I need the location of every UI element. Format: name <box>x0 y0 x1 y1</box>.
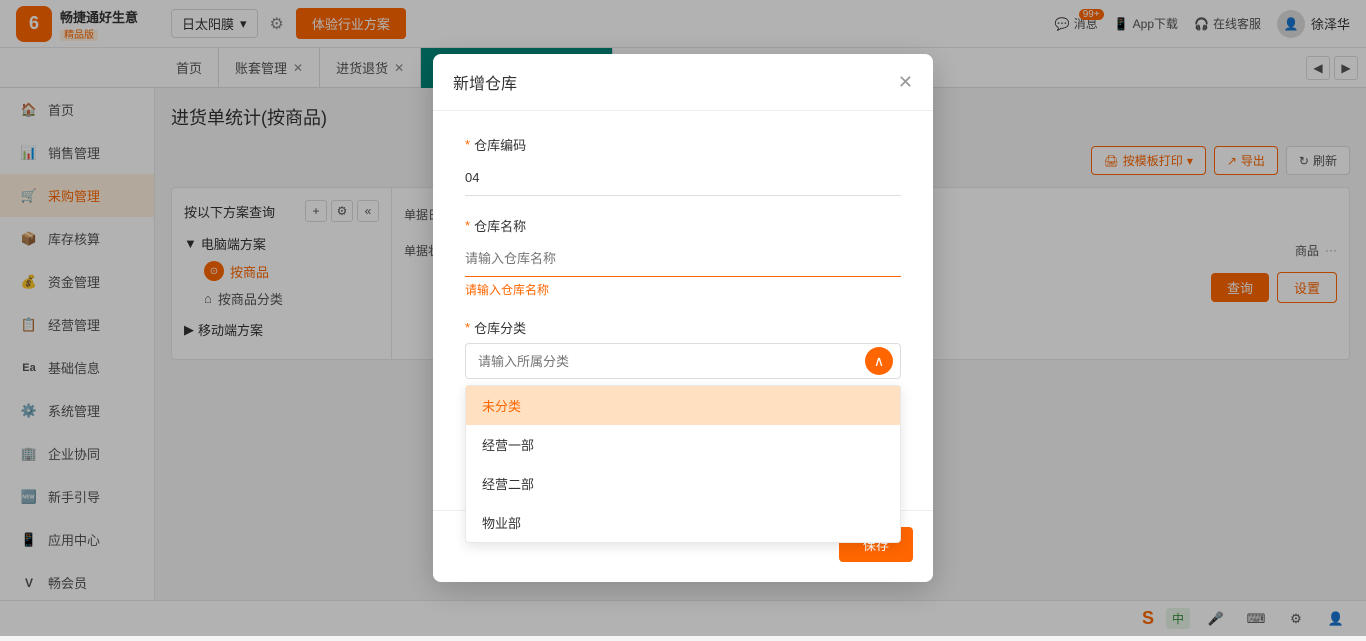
category-arrow-icon[interactable]: ∧ <box>865 347 893 375</box>
dropdown-item-dept2[interactable]: 经营二部 <box>466 464 900 503</box>
dropdown-item-dept1[interactable]: 经营一部 <box>466 425 900 464</box>
category-select-wrapper: ∧ 未分类 经营一部 经营二部 物业部 <box>465 343 901 379</box>
code-input[interactable] <box>465 160 901 196</box>
form-row-category: * 仓库分类 ∧ 未分类 经营一部 经营二部 物业部 <box>465 318 901 379</box>
category-label: * 仓库分类 <box>465 318 901 337</box>
category-dropdown: 未分类 经营一部 经营二部 物业部 <box>465 385 901 543</box>
name-input[interactable] <box>465 241 901 277</box>
name-error-msg: 请输入仓库名称 <box>465 281 901 298</box>
dropdown-item-uncategorized[interactable]: 未分类 <box>466 386 900 425</box>
dialog-header: 新增仓库 ✕ <box>433 54 933 111</box>
dialog-title: 新增仓库 <box>453 70 517 94</box>
dropdown-item-dept3[interactable]: 物业部 <box>466 503 900 542</box>
category-input[interactable] <box>465 343 901 379</box>
modal-overlay: 新增仓库 ✕ * 仓库编码 * 仓库名称 请输入仓库名称 <box>0 0 1366 636</box>
name-label: * 仓库名称 <box>465 216 901 235</box>
new-warehouse-dialog: 新增仓库 ✕ * 仓库编码 * 仓库名称 请输入仓库名称 <box>433 54 933 582</box>
form-row-name: * 仓库名称 请输入仓库名称 <box>465 216 901 298</box>
code-label: * 仓库编码 <box>465 135 901 154</box>
dialog-close-btn[interactable]: ✕ <box>898 72 913 93</box>
dialog-body: * 仓库编码 * 仓库名称 请输入仓库名称 * 仓库分类 <box>433 111 933 510</box>
form-row-code: * 仓库编码 <box>465 135 901 196</box>
